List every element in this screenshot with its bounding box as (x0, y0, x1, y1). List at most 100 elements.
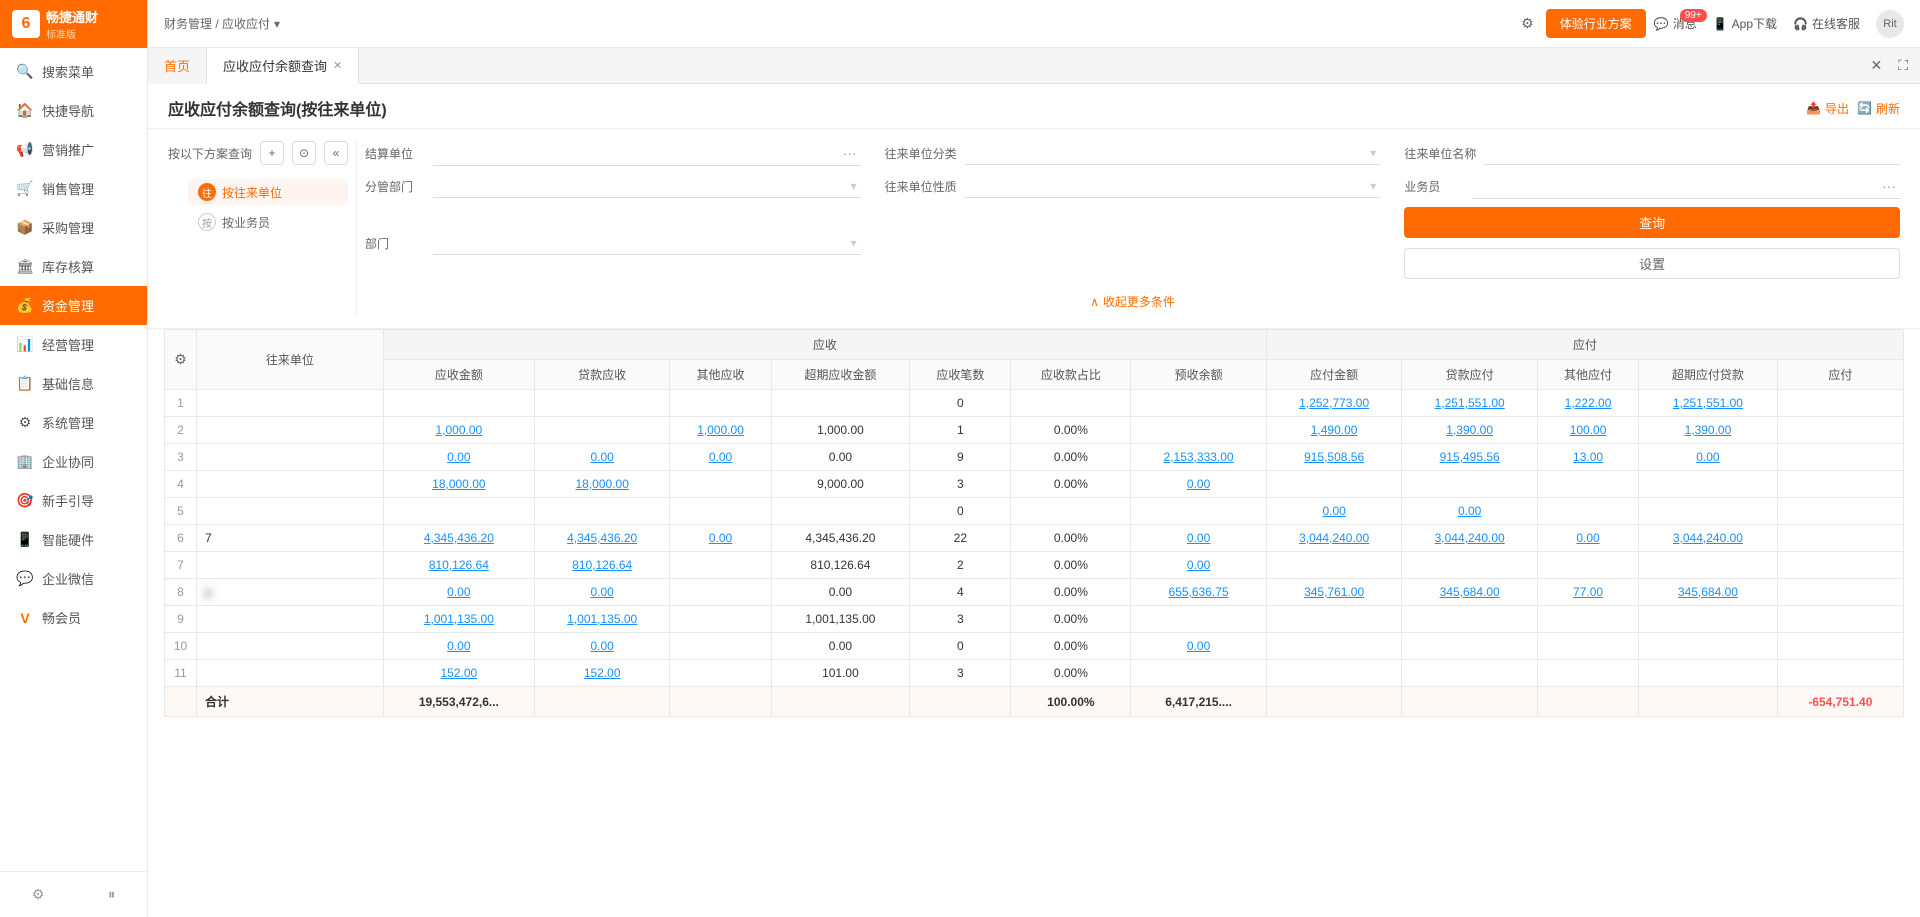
row-r-amount[interactable]: 4,345,436.20 (383, 525, 534, 552)
filter-settings-icon[interactable]: ⊙ (292, 141, 316, 165)
row-r-amount[interactable]: 0.00 (383, 633, 534, 660)
row-r-prepay[interactable]: 655,636.75 (1131, 579, 1267, 606)
row-p-overdue[interactable]: 1,251,551.00 (1639, 390, 1778, 417)
row-r-prepay[interactable]: 2,153,333.00 (1131, 444, 1267, 471)
sidebar-label-vip: 畅会员 (42, 608, 81, 627)
query-button[interactable]: 查询 (1404, 207, 1900, 238)
row-r-other[interactable]: 0.00 (670, 444, 771, 471)
collapse-button[interactable]: ∧ 收起更多条件 (365, 287, 1900, 316)
sidebar-item-wechat[interactable]: 💬 企业微信 (0, 559, 147, 598)
row-r-loan[interactable]: 0.00 (534, 579, 670, 606)
settlement-unit-dots[interactable]: ··· (843, 145, 857, 161)
row-r-prepay[interactable]: 0.00 (1131, 552, 1267, 579)
row-p-overdue[interactable]: 1,390.00 (1639, 417, 1778, 444)
sidebar-item-operation[interactable]: 📊 经营管理 (0, 325, 147, 364)
row-p-amount[interactable]: 915,508.56 (1266, 444, 1402, 471)
row-r-amount[interactable]: 18,000.00 (383, 471, 534, 498)
row-p-amount[interactable]: 3,044,240.00 (1266, 525, 1402, 552)
dept-dropdown-icon[interactable]: ▾ (851, 179, 857, 193)
online-service-button[interactable]: 🎧 在线客服 (1793, 15, 1860, 32)
sidebar-item-enterprise[interactable]: 🏢 企业协同 (0, 442, 147, 481)
sidebar-item-system[interactable]: ⚙ 系统管理 (0, 403, 147, 442)
unit-category-dropdown-icon[interactable]: ▾ (1370, 146, 1376, 160)
add-filter-btn[interactable]: + (260, 141, 284, 165)
row-p-amount[interactable]: 1,490.00 (1266, 417, 1402, 444)
sidebar-settings-btn[interactable]: ⚙ (22, 880, 55, 909)
row-r-amount[interactable]: 1,001,135.00 (383, 606, 534, 633)
filter-by-salesman[interactable]: 按 按业务员 (188, 209, 348, 235)
row-r-ratio: 0.00% (1011, 552, 1131, 579)
row-r-amount[interactable]: 1,000.00 (383, 417, 534, 444)
row-p-loan[interactable]: 915,495.56 (1402, 444, 1538, 471)
row-p-loan[interactable]: 0.00 (1402, 498, 1538, 525)
table-settings-icon[interactable]: ⚙ (174, 351, 187, 367)
row-r-loan[interactable]: 4,345,436.20 (534, 525, 670, 552)
sidebar-item-vip[interactable]: V 畅会员 (0, 598, 147, 637)
filter-collapse-icon[interactable]: « (324, 141, 348, 165)
sidebar-item-inventory[interactable]: 🏛 库存核算 (0, 247, 147, 286)
row-r-amount[interactable]: 152.00 (383, 660, 534, 687)
sidebar-item-sales[interactable]: 🛒 销售管理 (0, 169, 147, 208)
row-r-loan[interactable]: 0.00 (534, 444, 670, 471)
row-r-loan[interactable]: 152.00 (534, 660, 670, 687)
row-r-other[interactable]: 1,000.00 (670, 417, 771, 444)
row-unit: p (197, 579, 384, 606)
row-p-overdue[interactable]: 0.00 (1639, 444, 1778, 471)
row-p-amount[interactable]: 1,252,773.00 (1266, 390, 1402, 417)
sidebar-item-base[interactable]: 📋 基础信息 (0, 364, 147, 403)
sidebar-item-guide[interactable]: 🎯 新手引导 (0, 481, 147, 520)
logo-sub: 标准版 (46, 26, 98, 41)
row-p-loan[interactable]: 1,390.00 (1402, 417, 1538, 444)
row-r-loan[interactable]: 0.00 (534, 633, 670, 660)
sidebar-item-purchase[interactable]: 📦 采购管理 (0, 208, 147, 247)
row-p-other[interactable]: 1,222.00 (1537, 390, 1638, 417)
row-p-amount[interactable]: 345,761.00 (1266, 579, 1402, 606)
row-r-prepay[interactable]: 0.00 (1131, 471, 1267, 498)
settings-button[interactable]: 设置 (1404, 248, 1900, 279)
header-settings-icon[interactable]: ⚙ (1517, 11, 1538, 36)
row-r-amount[interactable]: 810,126.64 (383, 552, 534, 579)
row-p-other[interactable]: 100.00 (1537, 417, 1638, 444)
table-settings-header[interactable]: ⚙ (165, 330, 197, 390)
row-r-prepay[interactable]: 0.00 (1131, 633, 1267, 660)
export-button[interactable]: 📤 导出 (1806, 100, 1849, 117)
tab-home[interactable]: 首页 (148, 48, 207, 84)
tab-query[interactable]: 应收应付余额查询 ✕ (207, 48, 359, 84)
row-r-prepay[interactable]: 0.00 (1131, 525, 1267, 552)
promo-button[interactable]: 体验行业方案 (1546, 9, 1646, 38)
row-r-loan[interactable]: 810,126.64 (534, 552, 670, 579)
row-p-amount[interactable]: 0.00 (1266, 498, 1402, 525)
department-dropdown-icon[interactable]: ▾ (851, 236, 857, 250)
sidebar-item-search[interactable]: 🔍 搜索菜单 (0, 52, 147, 91)
tab-close-icon[interactable]: ✕ (333, 59, 342, 72)
row-r-other[interactable]: 0.00 (670, 525, 771, 552)
row-p-overdue[interactable]: 3,044,240.00 (1639, 525, 1778, 552)
row-r-amount[interactable]: 0.00 (383, 579, 534, 606)
user-avatar-area[interactable]: Rit (1876, 10, 1904, 38)
row-p-loan[interactable]: 345,684.00 (1402, 579, 1538, 606)
row-p-other[interactable]: 0.00 (1537, 525, 1638, 552)
filter-by-unit[interactable]: 往 按往来单位 (188, 179, 348, 205)
row-p-other[interactable]: 77.00 (1537, 579, 1638, 606)
app-download-button[interactable]: 📱 App下载 (1713, 15, 1777, 32)
row-p-overdue[interactable]: 345,684.00 (1639, 579, 1778, 606)
sidebar-item-finance[interactable]: 💰 资金管理 (0, 286, 147, 325)
row-r-loan[interactable]: 18,000.00 (534, 471, 670, 498)
breadcrumb-dropdown-icon[interactable]: ▾ (274, 17, 280, 31)
unit-name-input[interactable] (1484, 142, 1900, 165)
refresh-button[interactable]: 🔄 刷新 (1857, 100, 1900, 117)
unit-nature-dropdown-icon[interactable]: ▾ (1370, 179, 1376, 193)
row-r-loan[interactable]: 1,001,135.00 (534, 606, 670, 633)
salesman-dots[interactable]: ··· (1882, 178, 1896, 194)
tab-close-window-btn[interactable]: ✕ (1866, 53, 1886, 78)
sidebar-item-marketing[interactable]: 📢 营销推广 (0, 130, 147, 169)
row-p-other[interactable]: 13.00 (1537, 444, 1638, 471)
tab-maximize-btn[interactable]: ⛶ (1894, 53, 1912, 78)
row-r-amount[interactable]: 0.00 (383, 444, 534, 471)
messages-button[interactable]: 💬 消息 99+ (1654, 15, 1697, 32)
sidebar-item-quicknav[interactable]: 🏠 快捷导航 (0, 91, 147, 130)
sidebar-item-hardware[interactable]: 📱 智能硬件 (0, 520, 147, 559)
sidebar-collapse-btn[interactable]: ⏸ (98, 880, 125, 909)
row-p-loan[interactable]: 1,251,551.00 (1402, 390, 1538, 417)
row-p-loan[interactable]: 3,044,240.00 (1402, 525, 1538, 552)
